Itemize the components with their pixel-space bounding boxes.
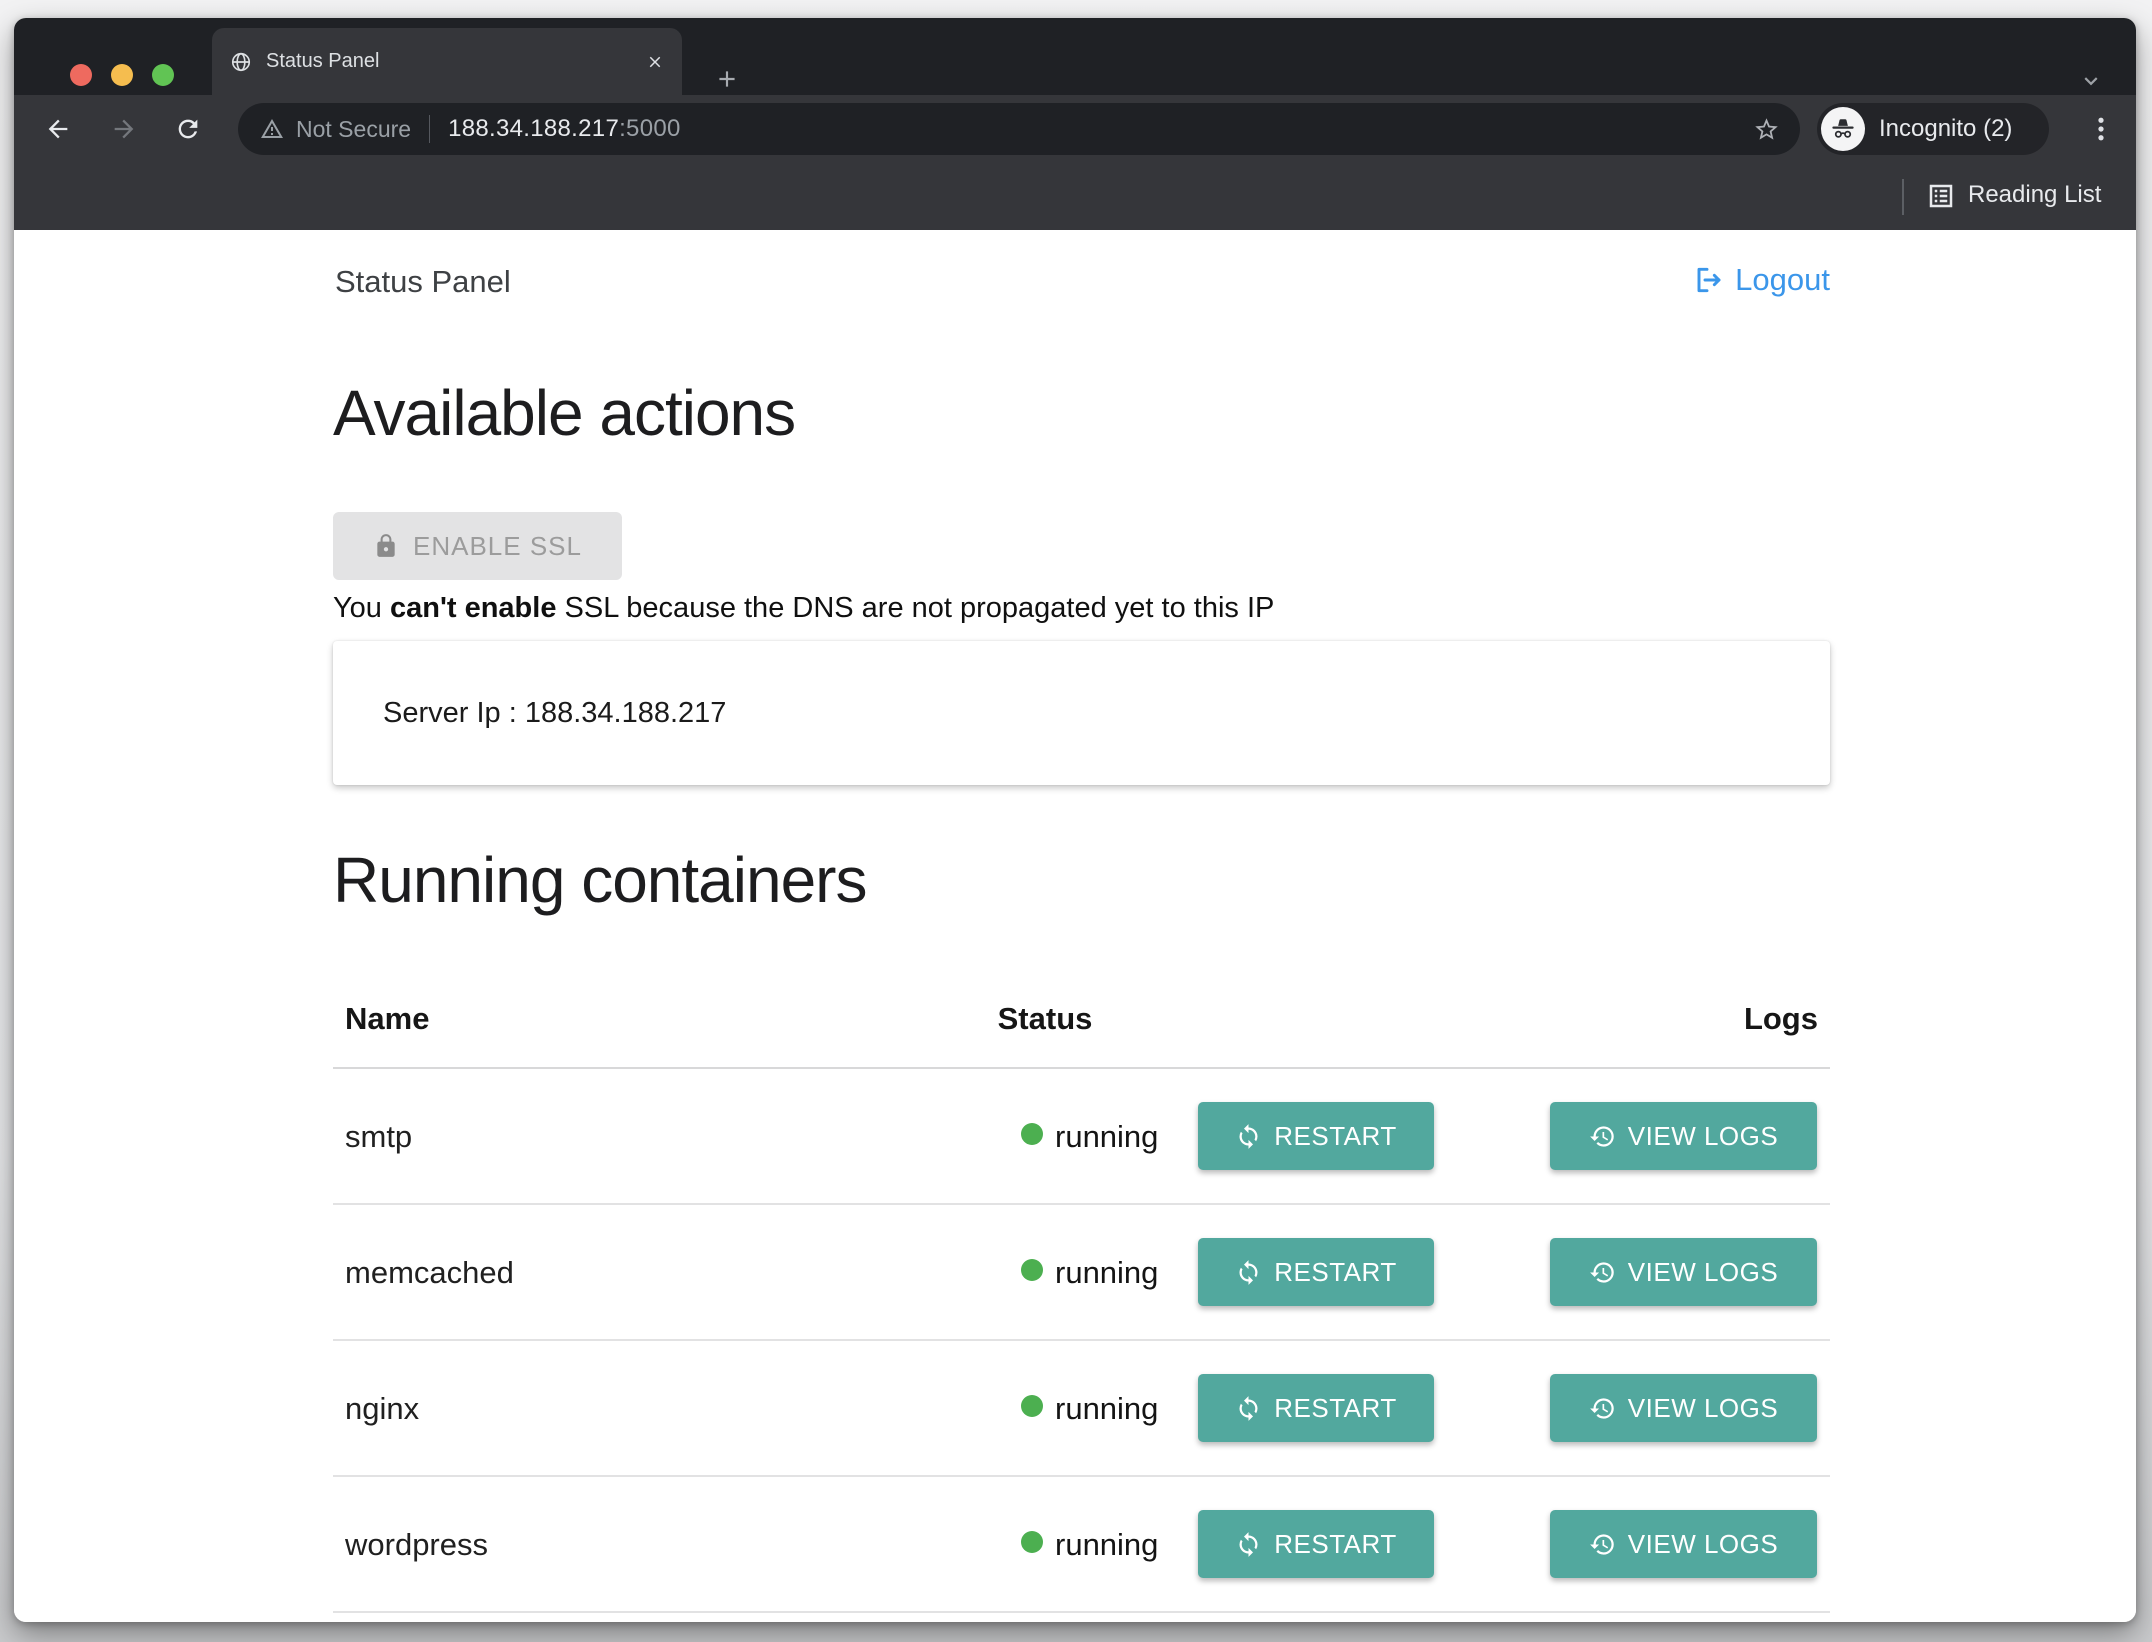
page-header: Status Panel Logout	[333, 260, 1830, 308]
incognito-label: Incognito (2)	[1879, 115, 2013, 142]
bookmarks-divider	[1902, 179, 1904, 215]
url-divider	[429, 115, 431, 143]
status-dot-icon	[1021, 1395, 1043, 1417]
close-window-button[interactable]	[70, 64, 92, 86]
column-header-status: Status	[997, 1001, 1093, 1036]
column-header-logs: Logs	[1743, 1001, 1818, 1036]
chevron-down-icon[interactable]	[2078, 68, 2104, 94]
restart-label: RESTART	[1274, 1120, 1397, 1151]
view-logs-label: VIEW LOGS	[1627, 1392, 1779, 1423]
containers-table: Name Status Logs smtp running RESTART VI…	[333, 975, 1830, 1613]
bookmarks-bar: Reading List	[14, 163, 2136, 230]
web-page: Status Panel Logout Available actions EN…	[14, 230, 2136, 1622]
history-icon	[1589, 1395, 1616, 1422]
view-logs-button[interactable]: VIEW LOGS	[1550, 1102, 1817, 1170]
browser-toolbar: Not Secure 188.34.188.217:5000 Incognito…	[14, 95, 2136, 163]
lock-icon	[373, 533, 399, 559]
container-name: memcached	[345, 1255, 514, 1290]
view-logs-button[interactable]: VIEW LOGS	[1550, 1510, 1817, 1578]
logout-icon	[1693, 264, 1725, 296]
restart-icon	[1235, 1259, 1262, 1286]
minimize-window-button[interactable]	[111, 64, 133, 86]
restart-icon	[1235, 1395, 1262, 1422]
table-row: nginx running RESTART VIEW LOGS	[333, 1341, 1830, 1477]
not-secure-warning-icon[interactable]	[260, 117, 284, 141]
container-name: nginx	[345, 1391, 420, 1426]
restart-label: RESTART	[1274, 1392, 1397, 1423]
address-bar[interactable]: Not Secure 188.34.188.217:5000	[238, 103, 1800, 155]
container-status: running	[1055, 1255, 1159, 1290]
incognito-icon	[1821, 107, 1865, 151]
reload-button[interactable]	[174, 115, 202, 143]
view-logs-label: VIEW LOGS	[1627, 1256, 1779, 1287]
incognito-badge[interactable]: Incognito (2)	[1817, 103, 2049, 155]
table-row: wordpress running RESTART VIEW LOGS	[333, 1477, 1830, 1613]
tab-title: Status Panel	[266, 50, 380, 72]
screenshot-stage: Status Panel Not Secure 188.34.188.217:5…	[0, 0, 2152, 1642]
close-tab-icon[interactable]	[646, 53, 664, 71]
back-button[interactable]	[44, 115, 72, 143]
view-logs-button[interactable]: VIEW LOGS	[1550, 1374, 1817, 1442]
status-dot-icon	[1021, 1123, 1043, 1145]
ssl-note-bold: can't enable	[390, 592, 557, 624]
running-containers-heading: Running containers	[333, 844, 867, 916]
container-name: smtp	[345, 1119, 413, 1154]
table-row: memcached running RESTART VIEW LOGS	[333, 1205, 1830, 1341]
url-host: 188.34.188.217	[448, 115, 620, 142]
view-logs-button[interactable]: VIEW LOGS	[1550, 1238, 1817, 1306]
ssl-note-suffix: SSL because the DNS are not propagated y…	[556, 592, 1275, 624]
available-actions-heading: Available actions	[333, 377, 796, 449]
new-tab-button[interactable]	[714, 66, 740, 92]
restart-icon	[1235, 1123, 1262, 1150]
container-status: running	[1055, 1527, 1159, 1562]
container-status: running	[1055, 1119, 1159, 1154]
history-icon	[1589, 1123, 1616, 1150]
restart-button[interactable]: RESTART	[1198, 1510, 1434, 1578]
restart-label: RESTART	[1274, 1528, 1397, 1559]
enable-ssl-button[interactable]: ENABLE SSL	[333, 512, 622, 580]
history-icon	[1589, 1531, 1616, 1558]
table-header-row: Name Status Logs	[333, 975, 1830, 1069]
tab-status-panel[interactable]: Status Panel	[212, 28, 682, 95]
tab-strip: Status Panel	[14, 18, 2136, 95]
enable-ssl-label: ENABLE SSL	[413, 530, 582, 561]
history-icon	[1589, 1259, 1616, 1286]
security-label: Not Secure	[296, 115, 412, 142]
logout-link[interactable]: Logout	[1693, 262, 1830, 298]
url-port: :5000	[619, 115, 681, 142]
container-status: running	[1055, 1391, 1159, 1426]
ssl-note: You can't enable SSL because the DNS are…	[333, 592, 1274, 625]
menu-kebab-icon[interactable]	[2086, 113, 2116, 145]
status-dot-icon	[1021, 1531, 1043, 1553]
container-name: wordpress	[345, 1527, 488, 1562]
view-logs-label: VIEW LOGS	[1627, 1120, 1779, 1151]
page-title: Status Panel	[335, 264, 511, 299]
status-dot-icon	[1021, 1259, 1043, 1281]
bookmark-star-icon[interactable]	[1753, 116, 1780, 143]
ssl-note-prefix: You	[333, 592, 390, 624]
restart-button[interactable]: RESTART	[1198, 1374, 1434, 1442]
restart-button[interactable]: RESTART	[1198, 1102, 1434, 1170]
server-ip-text: Server Ip : 188.34.188.217	[383, 697, 727, 729]
browser-window: Status Panel Not Secure 188.34.188.217:5…	[14, 18, 2136, 1622]
globe-icon	[230, 51, 252, 73]
zoom-window-button[interactable]	[152, 64, 174, 86]
reading-list-icon[interactable]	[1926, 181, 1956, 211]
reading-list-label[interactable]: Reading List	[1968, 181, 2101, 209]
restart-label: RESTART	[1274, 1256, 1397, 1287]
url-text: 188.34.188.217:5000	[448, 115, 681, 143]
page-container: Status Panel Logout Available actions EN…	[333, 230, 1830, 1622]
column-header-name: Name	[345, 1001, 430, 1036]
restart-icon	[1235, 1531, 1262, 1558]
forward-button[interactable]	[110, 115, 138, 143]
table-row: smtp running RESTART VIEW LOGS	[333, 1069, 1830, 1205]
server-ip-card: Server Ip : 188.34.188.217	[333, 641, 1830, 785]
view-logs-label: VIEW LOGS	[1627, 1528, 1779, 1559]
restart-button[interactable]: RESTART	[1198, 1238, 1434, 1306]
logout-label: Logout	[1735, 262, 1830, 297]
